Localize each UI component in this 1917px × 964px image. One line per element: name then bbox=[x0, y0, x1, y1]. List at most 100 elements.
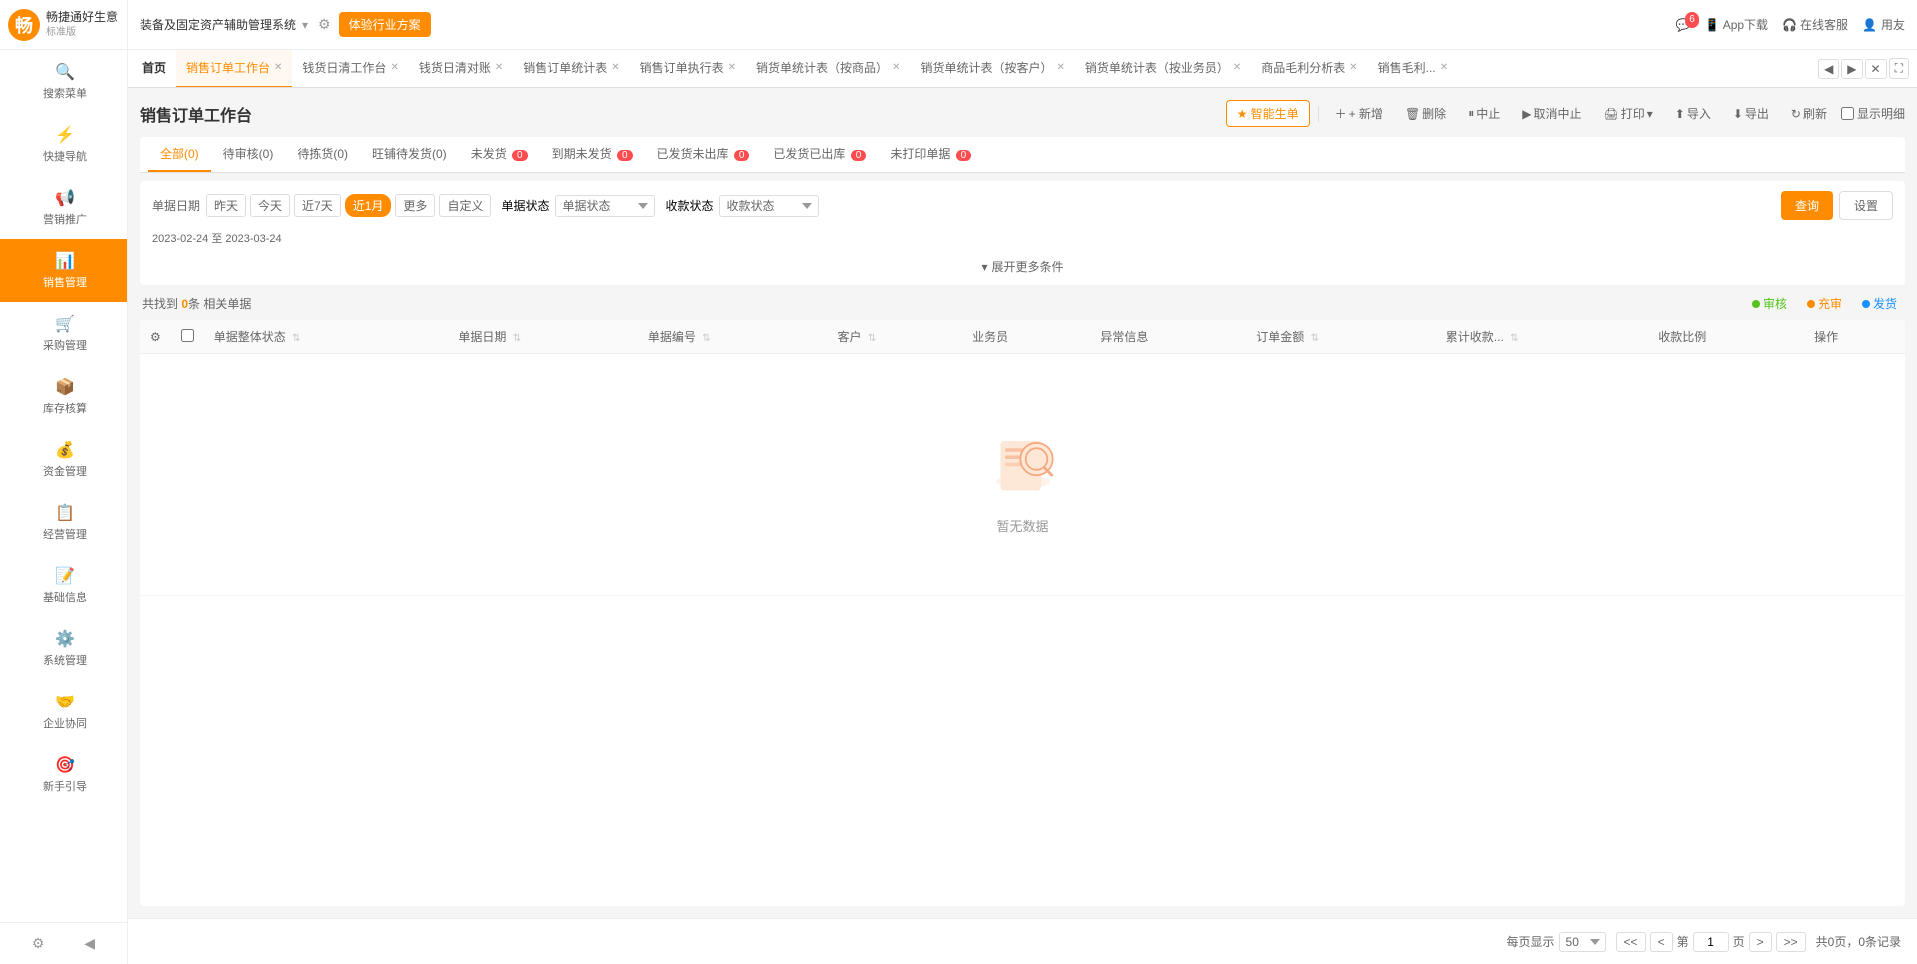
yesterday-btn[interactable]: 昨天 bbox=[206, 194, 246, 217]
sidebar-item-basic[interactable]: 📝 基础信息 bbox=[0, 554, 127, 617]
empty-icon bbox=[978, 414, 1068, 504]
topbar-gear-button[interactable]: ⚙ bbox=[318, 16, 331, 33]
review-action-btn[interactable]: 审核 bbox=[1746, 293, 1793, 314]
ftab-pending-pick[interactable]: 待拣货(0) bbox=[285, 137, 360, 172]
online-service-link[interactable]: 🎧 在线客服 bbox=[1782, 16, 1848, 33]
app-download-link[interactable]: 📱 App下载 bbox=[1705, 16, 1768, 33]
tab-close-sales-margin[interactable]: ✕ bbox=[1440, 62, 1448, 73]
next-page-button[interactable]: > bbox=[1749, 932, 1772, 952]
ftab-all[interactable]: 全部(0) bbox=[148, 137, 211, 172]
tab-sales-by-staff[interactable]: 销货单统计表（按业务员） ✕ bbox=[1075, 50, 1251, 88]
tab-sales-margin[interactable]: 销售毛利... ✕ bbox=[1368, 50, 1458, 88]
col-settings[interactable]: ⚙ bbox=[140, 320, 171, 354]
sidebar-item-guide[interactable]: 🎯 新手引导 bbox=[0, 743, 127, 806]
query-button[interactable]: 查询 bbox=[1781, 191, 1833, 220]
select-all-checkbox[interactable] bbox=[181, 329, 194, 342]
show-detail-checkbox[interactable]: 显示明细 bbox=[1841, 105, 1905, 122]
topbar: 装备及固定资产辅助管理系统 ▾ ⚙ 体验行业方案 💬 6 📱 App下载 🎧 在… bbox=[128, 0, 1917, 50]
sidebar-item-collab[interactable]: 🤝 企业协同 bbox=[0, 680, 127, 743]
tab-sales-exec[interactable]: 销售订单执行表 ✕ bbox=[630, 50, 746, 88]
sort-icon-0[interactable]: ⇅ bbox=[292, 333, 300, 344]
col-check[interactable] bbox=[171, 320, 204, 354]
show-detail-input[interactable] bbox=[1841, 107, 1854, 120]
sidebar-item-system[interactable]: ⚙️ 系统管理 bbox=[0, 617, 127, 680]
refresh-button[interactable]: ↻ 刷新 bbox=[1783, 101, 1835, 126]
collect-select[interactable]: 收款状态 bbox=[719, 195, 819, 217]
sort-icon-1[interactable]: ⇅ bbox=[513, 333, 521, 344]
ftab-overdue-unshipped[interactable]: 到期未发货 0 bbox=[540, 137, 645, 172]
table-scroll[interactable]: ⚙ 单据整体状态 ⇅ 单据日期 ⇅ 单据编号 bbox=[140, 320, 1905, 600]
sidebar-item-search[interactable]: 🔍 搜索菜单 bbox=[0, 50, 127, 113]
tab-close-sales-by-product[interactable]: ✕ bbox=[892, 62, 900, 73]
ftab-pending-review[interactable]: 待审核(0) bbox=[211, 137, 286, 172]
message-button[interactable]: 💬 6 bbox=[1676, 18, 1691, 32]
pause-button[interactable]: ⏸ 中止 bbox=[1460, 101, 1508, 126]
cancel-pause-button[interactable]: ▶ 取消中止 bbox=[1514, 101, 1589, 126]
industry-btn[interactable]: 体验行业方案 bbox=[339, 12, 431, 37]
last7d-btn[interactable]: 近7天 bbox=[294, 194, 341, 217]
ship-action-btn[interactable]: 发货 bbox=[1856, 293, 1903, 314]
tab-margin-analysis[interactable]: 商品毛利分析表 ✕ bbox=[1251, 50, 1367, 88]
add-button[interactable]: ＋ + 新增 bbox=[1327, 101, 1391, 126]
ftab-shipped-not-out[interactable]: 已发货未出库 0 bbox=[645, 137, 762, 172]
import-button[interactable]: ⬆ 导入 bbox=[1667, 101, 1719, 126]
first-page-button[interactable]: << bbox=[1616, 932, 1646, 952]
tab-daily-clear[interactable]: 钱货日清工作台 ✕ bbox=[292, 50, 408, 88]
last1m-btn[interactable]: 近1月 bbox=[345, 194, 392, 217]
ftab-wangpu-pending[interactable]: 旺铺待发货(0) bbox=[360, 137, 459, 172]
sidebar-item-finance[interactable]: 💰 资金管理 bbox=[0, 428, 127, 491]
unreview-action-btn[interactable]: 充审 bbox=[1801, 293, 1848, 314]
expand-row[interactable]: ▾ 展开更多条件 bbox=[152, 254, 1893, 275]
ftab-unshipped[interactable]: 未发货 0 bbox=[459, 137, 540, 172]
smart-order-button[interactable]: ★ 智能生单 bbox=[1226, 100, 1310, 127]
more-btn[interactable]: 更多 bbox=[395, 194, 435, 217]
search-row-date-range: 2023-02-24 至 2023-03-24 bbox=[152, 228, 1893, 246]
per-page-select[interactable]: 50 20 100 200 bbox=[1559, 932, 1606, 952]
set-button[interactable]: 设置 bbox=[1839, 191, 1893, 220]
sidebar-item-inventory[interactable]: 📦 库存核算 bbox=[0, 365, 127, 428]
user-menu[interactable]: 👤 用友 bbox=[1862, 16, 1905, 33]
tabs-close-current-button[interactable]: ✕ bbox=[1865, 59, 1887, 79]
sidebar-item-sales[interactable]: 📊 销售管理 bbox=[0, 239, 127, 302]
print-button[interactable]: 🖨 打印 ▾ bbox=[1595, 101, 1660, 126]
tab-close-reconcile[interactable]: ✕ bbox=[495, 62, 503, 73]
tab-sales-by-customer[interactable]: 销货单统计表（按客户） ✕ bbox=[910, 50, 1074, 88]
sort-icon-2[interactable]: ⇅ bbox=[702, 333, 710, 344]
custom-btn[interactable]: 自定义 bbox=[439, 194, 491, 217]
settings-icon[interactable]: ⚙ bbox=[32, 935, 45, 952]
page-input[interactable] bbox=[1693, 932, 1729, 952]
prev-page-button[interactable]: < bbox=[1650, 932, 1673, 952]
tab-close-sales-order[interactable]: ✕ bbox=[274, 62, 282, 73]
tab-close-daily-clear[interactable]: ✕ bbox=[390, 62, 398, 73]
sidebar-item-quicknav[interactable]: ⚡ 快捷导航 bbox=[0, 113, 127, 176]
finance-icon: 💰 bbox=[55, 440, 75, 460]
ftab-unprinted[interactable]: 未打印单据 0 bbox=[878, 137, 983, 172]
page-info: 共0页，0条记录 bbox=[1816, 933, 1901, 950]
sidebar-item-marketing[interactable]: 📢 营销推广 bbox=[0, 176, 127, 239]
tab-close-sales-exec[interactable]: ✕ bbox=[728, 62, 736, 73]
collapse-icon[interactable]: ◀ bbox=[84, 935, 95, 952]
ftab-shipped-out[interactable]: 已发货已出库 0 bbox=[761, 137, 878, 172]
tab-close-sales-by-staff[interactable]: ✕ bbox=[1233, 62, 1241, 73]
tabs-maximize-button[interactable]: ⛶ bbox=[1889, 58, 1909, 79]
sidebar-item-purchase[interactable]: 🛒 采购管理 bbox=[0, 302, 127, 365]
sort-icon-6[interactable]: ⇅ bbox=[1311, 333, 1319, 344]
sort-icon-3[interactable]: ⇅ bbox=[868, 333, 876, 344]
tabs-next-button[interactable]: ▶ bbox=[1841, 59, 1862, 79]
tab-home[interactable]: 首页 bbox=[132, 50, 176, 88]
tab-reconcile[interactable]: 钱货日清对账 ✕ bbox=[409, 50, 513, 88]
tab-close-sales-by-customer[interactable]: ✕ bbox=[1056, 62, 1064, 73]
delete-button[interactable]: 🗑 删除 bbox=[1397, 101, 1454, 126]
last-page-button[interactable]: >> bbox=[1776, 932, 1806, 952]
tab-sales-order-workbench[interactable]: 销售订单工作台 ✕ bbox=[176, 50, 292, 88]
export-button[interactable]: ⬇ 导出 bbox=[1725, 101, 1777, 126]
today-btn[interactable]: 今天 bbox=[250, 194, 290, 217]
tab-close-sales-stats[interactable]: ✕ bbox=[611, 62, 619, 73]
sort-icon-7[interactable]: ⇅ bbox=[1510, 333, 1518, 344]
sidebar-item-ops[interactable]: 📋 经营管理 bbox=[0, 491, 127, 554]
tab-sales-by-product[interactable]: 销货单统计表（按商品） ✕ bbox=[746, 50, 910, 88]
tab-sales-stats[interactable]: 销售订单统计表 ✕ bbox=[513, 50, 629, 88]
status-select[interactable]: 单据状态 bbox=[555, 195, 655, 217]
tabs-prev-button[interactable]: ◀ bbox=[1818, 59, 1839, 79]
tab-close-margin[interactable]: ✕ bbox=[1349, 62, 1357, 73]
